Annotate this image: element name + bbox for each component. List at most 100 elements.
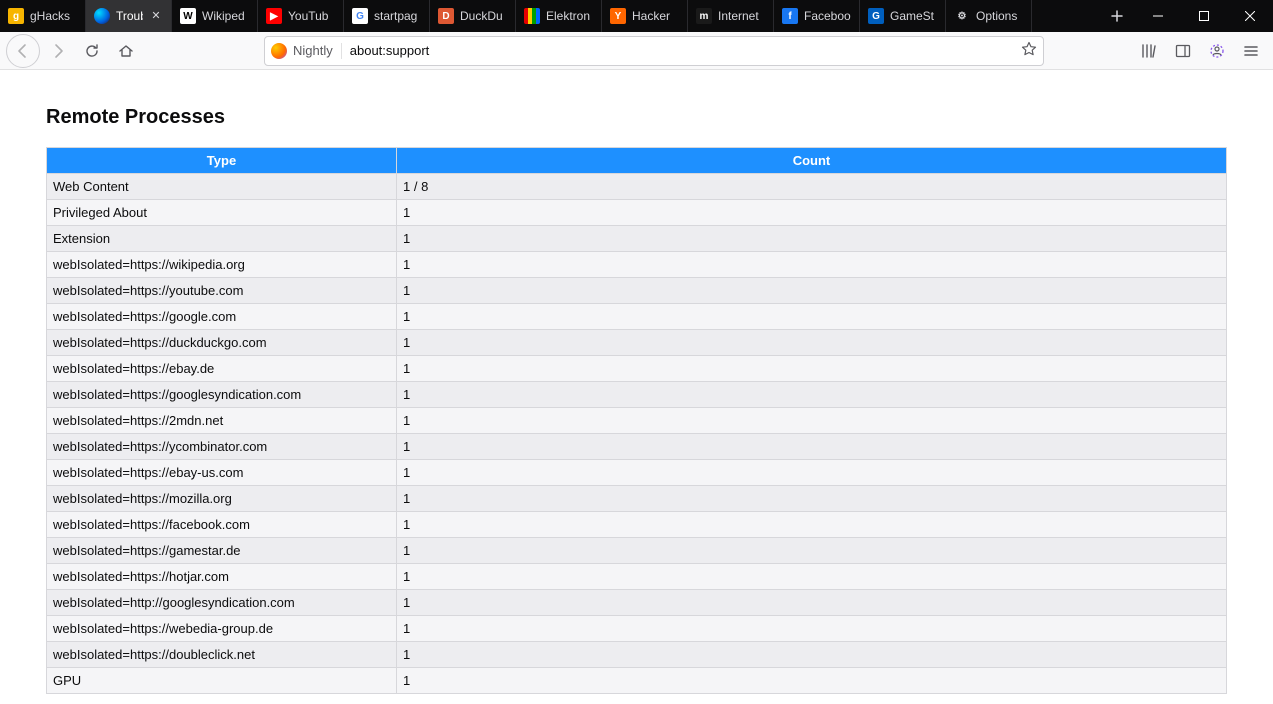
tab[interactable]: W Wikiped (172, 0, 258, 32)
cell-count: 1 (397, 408, 1227, 434)
tab-label: gHacks (30, 9, 77, 23)
cell-count: 1 (397, 590, 1227, 616)
profile-button[interactable] (1201, 35, 1233, 67)
tab-strip: ggHacksTroubl✕WWikiped▶YouTubGstartpagDD… (0, 0, 1099, 32)
table-row: webIsolated=https://doubleclick.net1 (47, 642, 1227, 668)
table-row: webIsolated=https://hotjar.com1 (47, 564, 1227, 590)
cell-type: webIsolated=https://2mdn.net (47, 408, 397, 434)
table-row: webIsolated=https://facebook.com1 (47, 512, 1227, 538)
window-minimize-button[interactable] (1135, 0, 1181, 32)
table-row: Privileged About1 (47, 200, 1227, 226)
url-text: about:support (350, 43, 1013, 58)
cell-count: 1 (397, 200, 1227, 226)
window-maximize-button[interactable] (1181, 0, 1227, 32)
cell-count: 1 (397, 512, 1227, 538)
new-tab-button[interactable] (1099, 0, 1135, 32)
tab-label: Wikiped (202, 9, 249, 23)
tab[interactable]: ▶YouTub (258, 0, 344, 32)
tab[interactable]: mInternet (688, 0, 774, 32)
app-menu-button[interactable] (1235, 35, 1267, 67)
remote-processes-table: Type Count Web Content1 / 8Privileged Ab… (46, 147, 1227, 694)
tab-label: GameSt (890, 9, 937, 23)
tab[interactable]: Elektron (516, 0, 602, 32)
cell-count: 1 (397, 616, 1227, 642)
tab[interactable]: DDuckDu (430, 0, 516, 32)
cell-count: 1 (397, 304, 1227, 330)
table-row: webIsolated=https://2mdn.net1 (47, 408, 1227, 434)
tab[interactable]: f Faceboo (774, 0, 860, 32)
tab[interactable]: Y Hacker (602, 0, 688, 32)
tab[interactable]: G GameSt (860, 0, 946, 32)
cell-count: 1 (397, 486, 1227, 512)
tab[interactable]: Troubl ✕ (86, 0, 172, 32)
library-button[interactable] (1133, 35, 1165, 67)
tab[interactable]: ⚙Options (946, 0, 1032, 32)
table-row: GPU1 (47, 668, 1227, 694)
back-button[interactable] (6, 34, 40, 68)
column-header-type: Type (47, 148, 397, 174)
cell-type: webIsolated=https://gamestar.de (47, 538, 397, 564)
home-button[interactable] (110, 35, 142, 67)
table-row: webIsolated=https://ycombinator.com1 (47, 434, 1227, 460)
tab-label: Faceboo (804, 9, 851, 23)
tab-label: Troubl (116, 9, 143, 23)
titlebar: ggHacksTroubl✕WWikiped▶YouTubGstartpagDD… (0, 0, 1273, 32)
table-row: Extension1 (47, 226, 1227, 252)
cell-count: 1 (397, 538, 1227, 564)
table-row: webIsolated=https://google.com1 (47, 304, 1227, 330)
identity-box[interactable]: Nightly (271, 43, 342, 59)
favicon-icon: W (180, 8, 196, 24)
cell-type: webIsolated=https://doubleclick.net (47, 642, 397, 668)
section-title: Remote Processes (46, 106, 1227, 129)
tab-close-icon[interactable]: ✕ (149, 9, 163, 23)
tab-label: Hacker (632, 9, 679, 23)
cell-type: webIsolated=http://googlesyndication.com (47, 590, 397, 616)
cell-count: 1 (397, 642, 1227, 668)
favicon-icon: Y (610, 8, 626, 24)
tab-label: startpag (374, 9, 421, 23)
cell-count: 1 (397, 460, 1227, 486)
toolbar-right (1133, 35, 1267, 67)
tab[interactable]: Gstartpag (344, 0, 430, 32)
cell-count: 1 / 8 (397, 174, 1227, 200)
cell-type: webIsolated=https://ebay.de (47, 356, 397, 382)
cell-type: webIsolated=https://facebook.com (47, 512, 397, 538)
reload-button[interactable] (76, 35, 108, 67)
firefox-icon (271, 43, 287, 59)
favicon-icon: G (868, 8, 884, 24)
table-row: Web Content1 / 8 (47, 174, 1227, 200)
favicon-icon: ▶ (266, 8, 282, 24)
cell-count: 1 (397, 252, 1227, 278)
cell-count: 1 (397, 668, 1227, 694)
cell-count: 1 (397, 564, 1227, 590)
favicon-icon: f (782, 8, 798, 24)
cell-type: Extension (47, 226, 397, 252)
table-row: webIsolated=https://mozilla.org1 (47, 486, 1227, 512)
favicon-icon (524, 8, 540, 24)
tab[interactable]: ggHacks (0, 0, 86, 32)
cell-type: webIsolated=https://googlesyndication.co… (47, 382, 397, 408)
sidebar-button[interactable] (1167, 35, 1199, 67)
cell-count: 1 (397, 434, 1227, 460)
cell-type: webIsolated=https://wikipedia.org (47, 252, 397, 278)
cell-type: webIsolated=https://youtube.com (47, 278, 397, 304)
forward-button[interactable] (42, 35, 74, 67)
tab-label: Elektron (546, 9, 593, 23)
cell-count: 1 (397, 382, 1227, 408)
table-row: webIsolated=https://gamestar.de1 (47, 538, 1227, 564)
url-bar[interactable]: Nightly about:support (264, 36, 1044, 66)
bookmark-star-icon[interactable] (1021, 41, 1037, 60)
cell-type: Web Content (47, 174, 397, 200)
cell-type: webIsolated=https://duckduckgo.com (47, 330, 397, 356)
cell-count: 1 (397, 330, 1227, 356)
table-row: webIsolated=https://ebay.de1 (47, 356, 1227, 382)
table-row: webIsolated=https://googlesyndication.co… (47, 382, 1227, 408)
identity-label: Nightly (293, 43, 333, 58)
table-row: webIsolated=https://ebay-us.com1 (47, 460, 1227, 486)
tab-label: Internet (718, 9, 765, 23)
content-scroll-area[interactable]: Remote Processes Type Count Web Content1… (0, 70, 1273, 704)
favicon-icon (94, 8, 110, 24)
column-header-count: Count (397, 148, 1227, 174)
table-row: webIsolated=https://webedia-group.de1 (47, 616, 1227, 642)
window-close-button[interactable] (1227, 0, 1273, 32)
